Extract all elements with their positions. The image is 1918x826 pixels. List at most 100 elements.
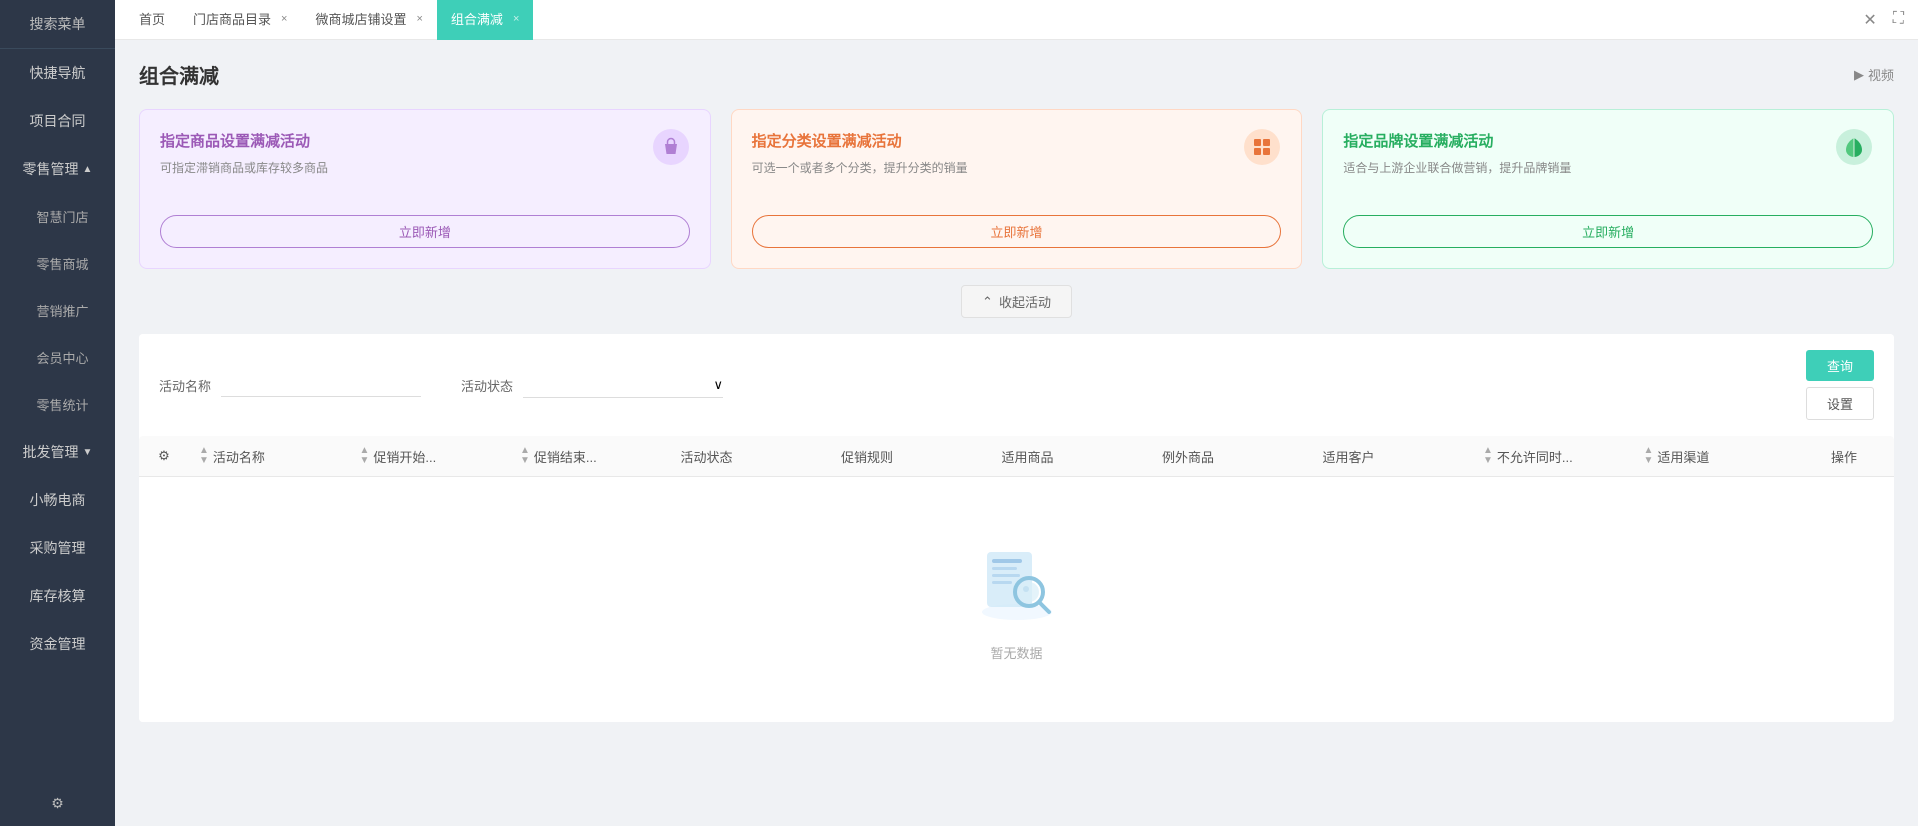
sidebar-item-label: 批发管理 [23,442,79,462]
th-exception: 例外商品 [1152,447,1313,466]
sidebar-item-inventory[interactable]: 库存核算 [0,572,115,620]
table-wrap: ⚙ ▲▼ 活动名称 ▲▼ 促销开始... ▲▼ 促销结束... [139,436,1894,722]
filter-table-wrap: 活动名称 活动状态 ∨ 查询 设置 [139,334,1894,722]
close-window-icon[interactable]: ✕ [1859,10,1880,30]
sidebar-item-purchase-mgmt[interactable]: 采购管理 [0,524,115,572]
sidebar-item-member-center[interactable]: 会员中心 [0,334,115,381]
video-label: 视频 [1868,65,1894,84]
query-button[interactable]: 查询 [1806,350,1874,381]
content-area: 组合满减 ▶ 视频 指定商品设置满减活动 可指定滞销商品或库存较多商品 [115,40,1918,826]
card-brand: 指定品牌设置满减活动 适合与上游企业联合做营销，提升品牌销量 立即新增 [1322,109,1894,269]
tab-home[interactable]: 首页 [125,0,179,40]
th-concurrent-label: 不允许同时... [1497,447,1573,466]
sidebar-search[interactable]: 搜索菜单 [0,0,115,49]
activity-name-input[interactable] [221,373,421,397]
sidebar-item-finance[interactable]: 资金管理 [0,620,115,668]
sidebar-item-label: 库存核算 [30,586,86,606]
th-channel[interactable]: ▲▼ 适用渠道 [1634,446,1795,466]
card-category: 指定分类设置满减活动 可选一个或者多个分类，提升分类的销量 立即新增 [731,109,1303,269]
page-header: 组合满减 ▶ 视频 [139,60,1894,89]
filter-activity-status: 活动状态 ∨ [461,373,723,398]
filter-activity-name-label: 活动名称 [159,376,211,395]
tab-label: 门店商品目录 [193,9,271,28]
th-rule: 促销规则 [831,447,992,466]
th-name[interactable]: ▲▼ 活动名称 [189,446,350,466]
sidebar-settings[interactable]: ⚙ [0,781,115,826]
settings-button[interactable]: 设置 [1806,387,1874,420]
card-product: 指定商品设置满减活动 可指定滞销商品或库存较多商品 立即新增 [139,109,711,269]
card-product-desc: 可指定滞销商品或库存较多商品 [160,159,690,176]
empty-state: 暂无数据 [139,477,1894,722]
empty-illustration [967,537,1067,627]
tab-label: 首页 [139,9,165,28]
sidebar-item-smart-store[interactable]: 智慧门店 [0,193,115,240]
card-category-btn[interactable]: 立即新增 [752,215,1282,248]
sort-icon: ▲▼ [199,446,209,466]
th-customer-label: 适用客户 [1323,447,1375,466]
sidebar-item-marketing[interactable]: 营销推广 [0,287,115,334]
sidebar-item-label: 会员中心 [36,348,88,367]
play-icon: ▶ [1854,67,1864,83]
th-gear[interactable]: ⚙ [139,448,189,464]
th-ops-label: 操作 [1831,447,1857,466]
tab-bar-actions: ✕ ⛶ [1859,10,1908,30]
empty-text: 暂无数据 [990,643,1042,662]
activity-status-select[interactable]: ∨ [523,373,723,398]
th-channel-label: 适用渠道 [1657,447,1709,466]
sort-icon: ▲▼ [360,446,370,466]
th-start[interactable]: ▲▼ 促销开始... [350,446,511,466]
th-goods-label: 适用商品 [1002,447,1054,466]
collapse-label: 收起活动 [999,292,1051,311]
card-brand-title: 指定品牌设置满减活动 [1343,130,1873,151]
sidebar-item-label: 智慧门店 [36,207,88,226]
collapse-button[interactable]: ⌃ 收起活动 [961,285,1072,318]
sidebar-item-label: 零售管理 [23,159,79,179]
tab-store-catalog[interactable]: 门店商品目录 × [179,0,301,40]
expand-icon[interactable]: ⛶ [1889,10,1908,30]
tab-combo-discount[interactable]: 组合满减 × [437,0,533,40]
grid-icon [1243,128,1281,174]
card-product-btn[interactable]: 立即新增 [160,215,690,248]
sort-icon: ▲▼ [1483,446,1493,466]
tab-label: 组合满减 [451,9,503,28]
sidebar-item-label: 零售商城 [36,254,88,273]
sidebar-item-xiaochang[interactable]: 小畅电商 [0,476,115,524]
sidebar-item-label: 采购管理 [30,538,86,558]
sort-icon: ▲▼ [1644,446,1654,466]
page-title: 组合满减 [139,60,219,89]
tab-close-icon[interactable]: × [513,13,519,25]
tab-wechat-store-settings[interactable]: 微商城店铺设置 × [301,0,436,40]
sidebar: 搜索菜单 快捷导航 项目合同 零售管理 ▲ 智慧门店 零售商城 营销推广 会员中… [0,0,115,826]
cards-row: 指定商品设置满减活动 可指定滞销商品或库存较多商品 立即新增 指定分类设置满减活… [139,109,1894,269]
video-link[interactable]: ▶ 视频 [1854,65,1894,84]
th-goods: 适用商品 [992,447,1153,466]
sidebar-item-project-contract[interactable]: 项目合同 [0,97,115,145]
th-ops: 操作 [1794,447,1894,466]
card-category-title: 指定分类设置满减活动 [752,130,1282,151]
filter-activity-name: 活动名称 [159,373,421,397]
filter-row: 活动名称 活动状态 ∨ 查询 设置 [139,334,1894,436]
sidebar-item-wholesale-mgmt[interactable]: 批发管理 ▼ [0,428,115,476]
sidebar-item-label: 快捷导航 [30,63,86,83]
th-name-label: 活动名称 [213,447,265,466]
main-area: 首页 门店商品目录 × 微商城店铺设置 × 组合满减 × ✕ ⛶ 组合满减 ▶ … [115,0,1918,826]
th-status: 活动状态 [671,447,832,466]
th-exception-label: 例外商品 [1162,447,1214,466]
th-status-label: 活动状态 [681,447,733,466]
sort-icon: ▲▼ [520,446,530,466]
sidebar-item-retail-mall[interactable]: 零售商城 [0,240,115,287]
card-brand-desc: 适合与上游企业联合做营销，提升品牌销量 [1343,159,1873,176]
chevron-down-icon: ∨ [714,377,724,393]
card-category-desc: 可选一个或者多个分类，提升分类的销量 [752,159,1282,176]
card-brand-btn[interactable]: 立即新增 [1343,215,1873,248]
gear-icon: ⚙ [51,795,64,811]
sidebar-item-quick-nav[interactable]: 快捷导航 [0,49,115,97]
tab-close-icon[interactable]: × [416,13,422,25]
tab-label: 微商城店铺设置 [315,9,406,28]
th-concurrent[interactable]: ▲▼ 不允许同时... [1473,446,1634,466]
th-end[interactable]: ▲▼ 促销结束... [510,446,671,466]
bag-icon [652,128,690,174]
sidebar-item-retail-mgmt[interactable]: 零售管理 ▲ [0,145,115,193]
sidebar-item-retail-stats[interactable]: 零售统计 [0,381,115,428]
tab-close-icon[interactable]: × [281,13,287,25]
